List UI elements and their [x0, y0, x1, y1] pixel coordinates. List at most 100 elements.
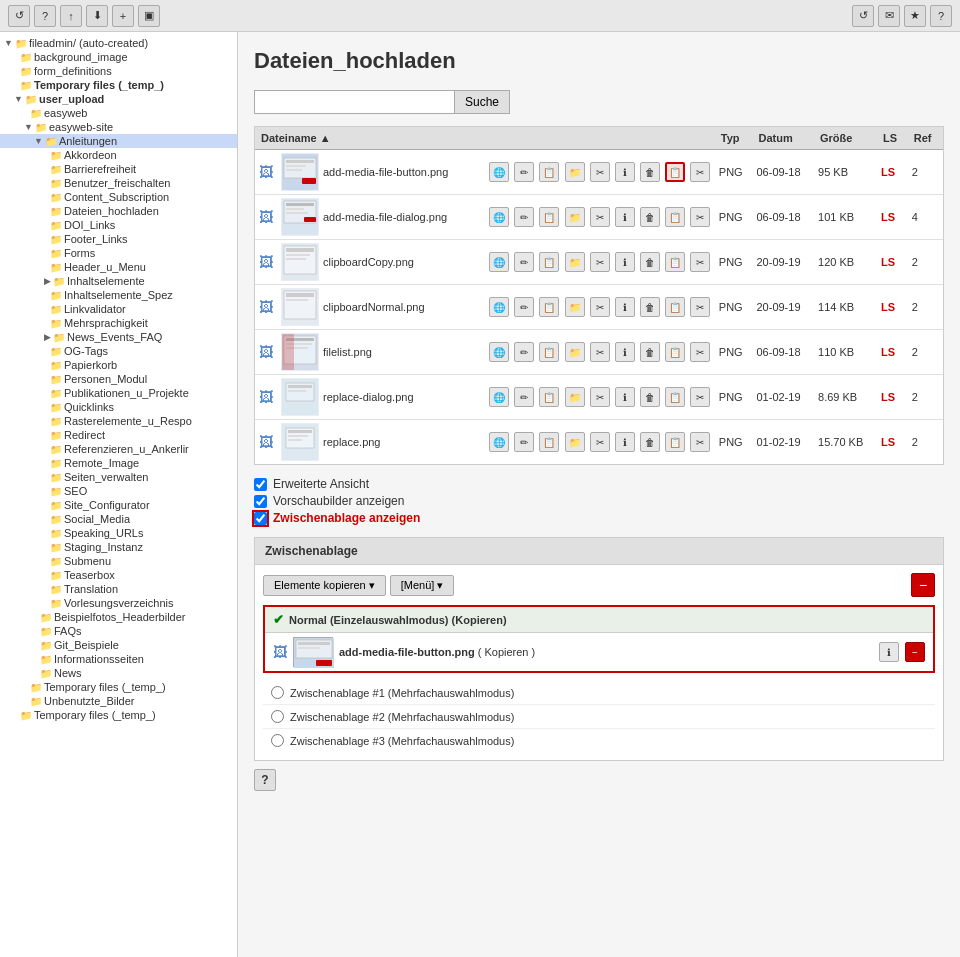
- action-delete[interactable]: 🗑: [640, 252, 660, 272]
- zw-slot-1-radio[interactable]: [271, 686, 284, 699]
- action-move[interactable]: 📁: [565, 387, 585, 407]
- checkbox-vorschaubilder-label[interactable]: Vorschaubilder anzeigen: [273, 494, 404, 508]
- clipboard-btn[interactable]: ▣: [138, 5, 160, 27]
- download-btn[interactable]: ⬇: [86, 5, 108, 27]
- sidebar-item-anleitungen[interactable]: ▼ 📁 Anleitungen: [0, 134, 237, 148]
- sidebar-item-quicklinks[interactable]: 📁 Quicklinks: [0, 400, 237, 414]
- action-copy[interactable]: 📋: [539, 342, 559, 362]
- action-scissors[interactable]: ✂: [690, 207, 710, 227]
- action-view[interactable]: 🌐: [489, 432, 509, 452]
- action-clipboard[interactable]: 📋: [665, 387, 685, 407]
- action-info[interactable]: ℹ: [615, 207, 635, 227]
- action-move[interactable]: 📁: [565, 162, 585, 182]
- checkbox-zwischenablage-label[interactable]: Zwischenablage anzeigen: [273, 511, 420, 525]
- action-move[interactable]: 📁: [565, 207, 585, 227]
- add-btn[interactable]: +: [112, 5, 134, 27]
- sidebar-item-site_configurator[interactable]: 📁 Site_Configurator: [0, 498, 237, 512]
- action-edit[interactable]: ✏: [514, 432, 534, 452]
- sidebar-item-git_beispiele[interactable]: 📁 Git_Beispiele: [0, 638, 237, 652]
- action-scissors[interactable]: ✂: [690, 162, 710, 182]
- action-move[interactable]: 📁: [565, 342, 585, 362]
- action-delete[interactable]: 🗑: [640, 162, 660, 182]
- action-view[interactable]: 🌐: [489, 342, 509, 362]
- sidebar-item-mehrsprachigkeit[interactable]: 📁 Mehrsprachigkeit: [0, 316, 237, 330]
- action-copy[interactable]: 📋: [539, 432, 559, 452]
- sidebar-item-easyweb[interactable]: 📁 easyweb: [0, 106, 237, 120]
- action-clipboard-highlighted[interactable]: 📋: [665, 162, 685, 182]
- search-button[interactable]: Suche: [454, 90, 510, 114]
- checkbox-erweiterte-input[interactable]: [254, 478, 267, 491]
- sidebar-item-redirect[interactable]: 📁 Redirect: [0, 428, 237, 442]
- action-edit[interactable]: ✏: [514, 162, 534, 182]
- sidebar-item-doi_links[interactable]: 📁 DOI_Links: [0, 218, 237, 232]
- sidebar-item-seiten_verwalten[interactable]: 📁 Seiten_verwalten: [0, 470, 237, 484]
- sidebar-item-translation[interactable]: 📁 Translation: [0, 582, 237, 596]
- sidebar-item-user_upload[interactable]: ▼ 📁 user_upload: [0, 92, 237, 106]
- action-rename[interactable]: ✂: [590, 252, 610, 272]
- action-clipboard[interactable]: 📋: [665, 432, 685, 452]
- sidebar-item-temp_files_top[interactable]: 📁 Temporary files (_temp_): [0, 78, 237, 92]
- action-info[interactable]: ℹ: [615, 297, 635, 317]
- zw-slot-2-radio[interactable]: [271, 710, 284, 723]
- sidebar-item-barrierefreiheit[interactable]: 📁 Barrierefreiheit: [0, 162, 237, 176]
- sidebar-item-akkordeon[interactable]: 📁 Akkordeon: [0, 148, 237, 162]
- sidebar-item-content_sub[interactable]: 📁 Content_Subscription: [0, 190, 237, 204]
- sidebar-item-linkvalidator[interactable]: 📁 Linkvalidator: [0, 302, 237, 316]
- sidebar-item-personen_modul[interactable]: 📁 Personen_Modul: [0, 372, 237, 386]
- sidebar-item-dateien_hochladen[interactable]: 📁 Dateien_hochladen: [0, 204, 237, 218]
- action-move[interactable]: 📁: [565, 432, 585, 452]
- action-scissors[interactable]: ✂: [690, 432, 710, 452]
- sidebar-item-form_definitions[interactable]: 📁 form_definitions: [0, 64, 237, 78]
- search-input[interactable]: [254, 90, 454, 114]
- sidebar-item-easyweb-site[interactable]: ▼ 📁 easyweb-site: [0, 120, 237, 134]
- action-scissors[interactable]: ✂: [690, 387, 710, 407]
- bookmark-btn[interactable]: ★: [904, 5, 926, 27]
- refresh-btn-right[interactable]: ↺: [852, 5, 874, 27]
- action-edit[interactable]: ✏: [514, 297, 534, 317]
- sidebar-item-fileadmin[interactable]: ▼ 📁 fileadmin/ (auto-created): [0, 36, 237, 50]
- action-clipboard[interactable]: 📋: [665, 252, 685, 272]
- menu-btn[interactable]: [Menü] ▾: [390, 575, 455, 596]
- sidebar-item-speaking_urls[interactable]: 📁 Speaking_URLs: [0, 526, 237, 540]
- action-edit[interactable]: ✏: [514, 207, 534, 227]
- action-delete[interactable]: 🗑: [640, 207, 660, 227]
- sidebar-item-seo[interactable]: 📁 SEO: [0, 484, 237, 498]
- sidebar-item-informationsseiten[interactable]: 📁 Informationsseiten: [0, 652, 237, 666]
- action-delete[interactable]: 🗑: [640, 297, 660, 317]
- checkbox-erweiterte-label[interactable]: Erweiterte Ansicht: [273, 477, 369, 491]
- help-btn-right[interactable]: ?: [930, 5, 952, 27]
- sidebar-item-teaserbox[interactable]: 📁 Teaserbox: [0, 568, 237, 582]
- action-move[interactable]: 📁: [565, 297, 585, 317]
- action-delete[interactable]: 🗑: [640, 342, 660, 362]
- action-copy[interactable]: 📋: [539, 162, 559, 182]
- action-copy[interactable]: 📋: [539, 387, 559, 407]
- action-info[interactable]: ℹ: [615, 432, 635, 452]
- action-rename[interactable]: ✂: [590, 297, 610, 317]
- sidebar-item-publikationen[interactable]: 📁 Publikationen_u_Projekte: [0, 386, 237, 400]
- action-copy[interactable]: 📋: [539, 297, 559, 317]
- sidebar-item-rasterelemente[interactable]: 📁 Rasterelemente_u_Respo: [0, 414, 237, 428]
- action-info[interactable]: ℹ: [615, 342, 635, 362]
- action-rename[interactable]: ✂: [590, 432, 610, 452]
- action-delete[interactable]: 🗑: [640, 432, 660, 452]
- sidebar-item-referenzieren[interactable]: 📁 Referenzieren_u_Ankerlir: [0, 442, 237, 456]
- sidebar-item-news[interactable]: 📁 News: [0, 666, 237, 680]
- action-copy[interactable]: 📋: [539, 207, 559, 227]
- action-edit[interactable]: ✏: [514, 252, 534, 272]
- sidebar-item-staging_instanz[interactable]: 📁 Staging_Instanz: [0, 540, 237, 554]
- sidebar-item-papierkorb[interactable]: 📁 Papierkorb: [0, 358, 237, 372]
- action-info[interactable]: ℹ: [615, 162, 635, 182]
- sidebar-item-header_u_menu[interactable]: 📁 Header_u_Menu: [0, 260, 237, 274]
- action-rename[interactable]: ✂: [590, 207, 610, 227]
- action-scissors[interactable]: ✂: [690, 342, 710, 362]
- sidebar-item-remote_image[interactable]: 📁 Remote_Image: [0, 456, 237, 470]
- action-rename[interactable]: ✂: [590, 387, 610, 407]
- sidebar-item-social_media[interactable]: 📁 Social_Media: [0, 512, 237, 526]
- sidebar-item-inhaltselemente[interactable]: ▶ 📁 Inhaltselemente: [0, 274, 237, 288]
- action-clipboard[interactable]: 📋: [665, 207, 685, 227]
- zw-info-btn[interactable]: ℹ: [879, 642, 899, 662]
- action-scissors[interactable]: ✂: [690, 252, 710, 272]
- collapse-btn[interactable]: −: [911, 573, 935, 597]
- sidebar-item-temp_files_bot[interactable]: 📁 Temporary files (_temp_): [0, 708, 237, 722]
- action-view[interactable]: 🌐: [489, 252, 509, 272]
